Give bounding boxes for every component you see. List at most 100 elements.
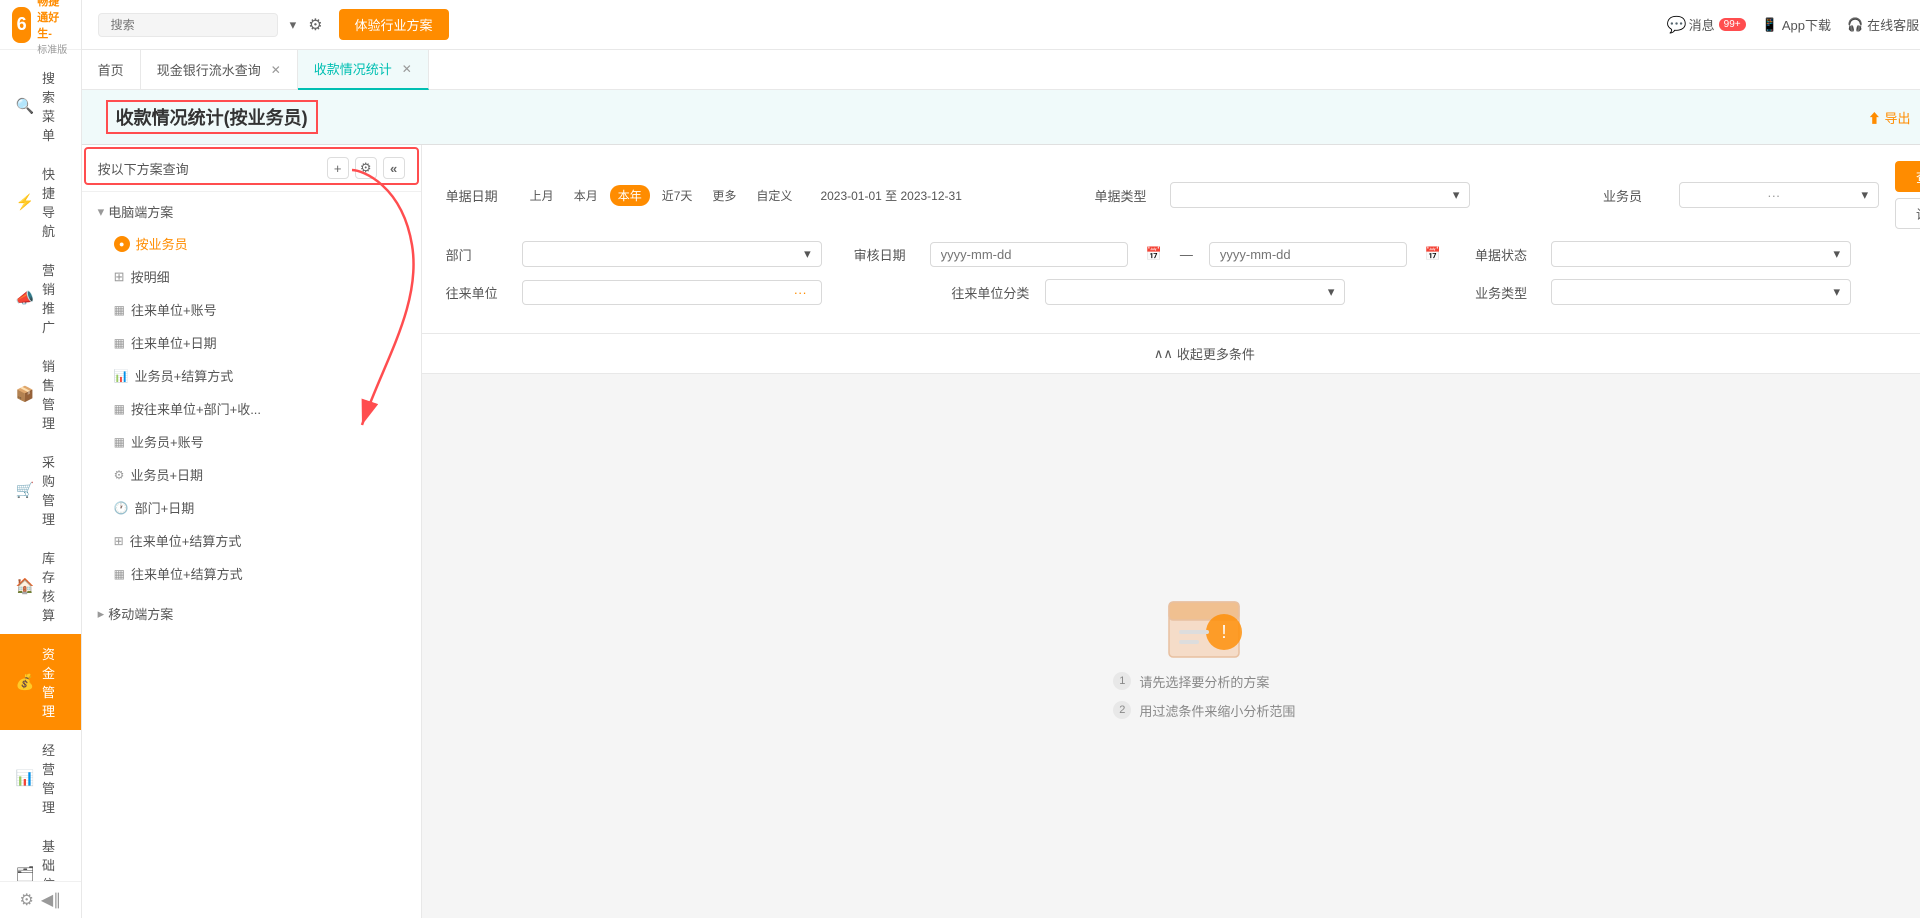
review-date-calendar-to[interactable]: 📅 (1425, 246, 1441, 262)
dropdown-icon[interactable]: ▾ (290, 17, 297, 33)
scheme-item-partner-settlement1[interactable]: ⊞ 往来单位+结算方式 (82, 524, 421, 557)
date-tab-7days[interactable]: 近7天 (654, 185, 701, 206)
scheme-item-salesperson[interactable]: ● 按业务员 (82, 227, 421, 260)
headset-icon: 🎧 (1847, 17, 1863, 33)
empty-illustration: ! (1144, 572, 1264, 672)
logo-icon: 6 (12, 7, 31, 43)
nav-icon-finance: 💰 (16, 673, 34, 691)
sidebar-nav: 🔍搜索菜单⚡快捷导航📣营销推广📦销售管理🛒采购管理🏠库存核算💰资金管理📊经营管理… (0, 50, 81, 881)
right-panel: 单据日期 上月 本月 本年 近7天 更多 自定义 2023-01-01 至 20… (422, 145, 1920, 918)
filter-row-2: 部门 ▾ 审核日期 📅 — 📅 单据状态 (446, 241, 1920, 267)
query-button[interactable]: 查询 (1895, 161, 1920, 192)
sidebar-item-search[interactable]: 🔍搜索菜单 (0, 58, 81, 154)
scheme-collapse-button[interactable]: « (383, 157, 405, 179)
filter-settings-button[interactable]: 设置 (1895, 198, 1920, 229)
main-area: ▾ ⚙ 体验行业方案 💬 消息 99+ 📱 App下载 🎧 在线客服 Rit 首… (82, 0, 1920, 918)
nav-icon-quick-nav: ⚡ (16, 193, 34, 211)
doc-status-chevron: ▾ (1834, 246, 1841, 262)
partner-category-chevron: ▾ (1328, 284, 1335, 300)
scheme-item-partner-dept[interactable]: ▦ 按往来单位+部门+收... (82, 392, 421, 425)
scheme-item-dept-date[interactable]: 🕐 部门+日期 (82, 491, 421, 524)
nav-icon-inventory: 🏠 (16, 577, 34, 595)
scheme-item-partner-date[interactable]: ▦ 往来单位+日期 (82, 326, 421, 359)
review-date-to[interactable] (1209, 242, 1407, 267)
dept-chevron: ▾ (804, 246, 811, 262)
scheme-add-button[interactable]: + (327, 157, 349, 179)
detail-icon: ⊞ (114, 269, 125, 285)
scheme-desktop-group: ▾ 电脑端方案 ● 按业务员 ⊞ 按明细 ▦ 往来单位+账号 ▦ 往来单位+ (82, 192, 421, 594)
dept-date-icon: 🕐 (114, 501, 129, 515)
partner-date-icon: ▦ (114, 336, 125, 350)
doc-status-select[interactable]: ▾ (1551, 241, 1851, 267)
export-icon: ⬆ (1868, 111, 1881, 126)
tab-bank-close[interactable]: ✕ (271, 63, 281, 77)
business-type-select[interactable]: ▾ (1551, 279, 1851, 305)
sidebar-item-inventory[interactable]: 🏠库存核算 (0, 538, 81, 634)
collapse-bar: ∧∧ 收起更多条件 (422, 334, 1920, 374)
partner-select[interactable]: ··· (522, 280, 822, 305)
scheme-settings-button[interactable]: ⚙ (355, 157, 377, 179)
salesperson-select[interactable]: ··· ▾ (1679, 182, 1879, 208)
review-date-calendar-from[interactable]: 📅 (1146, 246, 1162, 262)
left-panel: 按以下方案查询 + ⚙ « ▾ 电脑端方案 ● 按业务员 ⊞ (82, 145, 422, 918)
scheme-item-salesperson-date[interactable]: ⚙ 业务员+日期 (82, 458, 421, 491)
hint-num-1: 1 (1113, 672, 1131, 690)
tab-home[interactable]: 首页 (82, 50, 141, 90)
date-tab-last-month[interactable]: 上月 (522, 185, 562, 206)
date-tab-more[interactable]: 更多 (704, 185, 744, 206)
online-service[interactable]: 🎧 在线客服 (1847, 15, 1919, 34)
scheme-item-detail[interactable]: ⊞ 按明细 (82, 260, 421, 293)
app-download[interactable]: 📱 App下载 (1762, 15, 1831, 34)
partner-dept-icon: ▦ (114, 402, 125, 416)
topbar-right: 💬 消息 99+ 📱 App下载 🎧 在线客服 Rit (1667, 13, 1920, 36)
doc-type-select[interactable]: ▾ (1170, 182, 1470, 208)
tab-collect[interactable]: 收款情况统计 ✕ (298, 50, 429, 90)
partner-settlement1-icon: ⊞ (114, 534, 124, 548)
doc-status-label: 单据状态 (1475, 245, 1535, 264)
scheme-title: 按以下方案查询 (98, 159, 189, 178)
tab-collect-close[interactable]: ✕ (402, 62, 412, 76)
doc-type-chevron: ▾ (1453, 187, 1460, 203)
scheme-desktop-header[interactable]: ▾ 电脑端方案 (82, 196, 421, 227)
message-area[interactable]: 💬 消息 99+ (1667, 15, 1746, 35)
dept-select[interactable]: ▾ (522, 241, 822, 267)
empty-state: ! 1 请先选择要分析的方案 2 用过滤条件来缩小分析范围 (422, 374, 1920, 918)
collapse-button[interactable]: ∧∧ 收起更多条件 (1154, 344, 1255, 363)
partner-label: 往来单位 (446, 283, 506, 302)
partner-more-icon[interactable]: ··· (794, 285, 807, 300)
partner-category-select[interactable]: ▾ (1045, 279, 1345, 305)
scheme-item-partner-account[interactable]: ▦ 往来单位+账号 (82, 293, 421, 326)
gear-icon[interactable]: ⚙ (308, 15, 322, 35)
collapse-sidebar-icon[interactable]: ◀∥ (41, 890, 61, 910)
tab-bank[interactable]: 现金银行流水查询 ✕ (141, 50, 298, 90)
date-tab-this-month[interactable]: 本月 (566, 185, 606, 206)
salesperson-account-icon: ▦ (114, 435, 125, 449)
scheme-item-partner-settlement2[interactable]: ▦ 往来单位+结算方式 (82, 557, 421, 590)
salesperson-more[interactable]: ··· (1767, 188, 1780, 203)
sidebar-item-marketing[interactable]: 📣营销推广 (0, 250, 81, 346)
review-date-from[interactable] (930, 242, 1128, 267)
date-tab-this-year[interactable]: 本年 (610, 185, 650, 206)
scheme-mobile-header[interactable]: ▸ 移动端方案 (82, 598, 421, 629)
nav-icon-sales: 📦 (16, 385, 34, 403)
message-icon: 💬 (1667, 15, 1687, 35)
promo-button[interactable]: 体验行业方案 (339, 9, 449, 40)
date-label: 单据日期 (446, 186, 506, 205)
scheme-item-salesperson-settlement[interactable]: 📊 业务员+结算方式 (82, 359, 421, 392)
search-input[interactable] (98, 13, 278, 37)
sidebar-item-sales[interactable]: 📦销售管理 (0, 346, 81, 442)
sidebar-item-basic[interactable]: 🗂基础信息 (0, 826, 81, 881)
page-actions: ⬆ 导出 ↻ 刷新 (1868, 108, 1920, 127)
scheme-item-salesperson-account[interactable]: ▦ 业务员+账号 (82, 425, 421, 458)
empty-hint-1: 1 请先选择要分析的方案 (1113, 672, 1295, 691)
sidebar-item-quick-nav[interactable]: ⚡快捷导航 (0, 154, 81, 250)
filter-row-3: 往来单位 ··· 往来单位分类 ▾ 业务类型 ▾ (446, 279, 1920, 305)
date-tab-custom[interactable]: 自定义 (748, 185, 800, 206)
settings-icon[interactable]: ⚙ (20, 890, 34, 910)
sidebar-item-purchase[interactable]: 🛒采购管理 (0, 442, 81, 538)
message-badge: 99+ (1719, 18, 1746, 31)
export-button[interactable]: ⬆ 导出 (1868, 108, 1911, 127)
sidebar-item-business[interactable]: 📊经营管理 (0, 730, 81, 826)
chevron-up-icon: ∧∧ (1154, 346, 1173, 362)
sidebar-item-finance[interactable]: 💰资金管理 (0, 634, 81, 730)
